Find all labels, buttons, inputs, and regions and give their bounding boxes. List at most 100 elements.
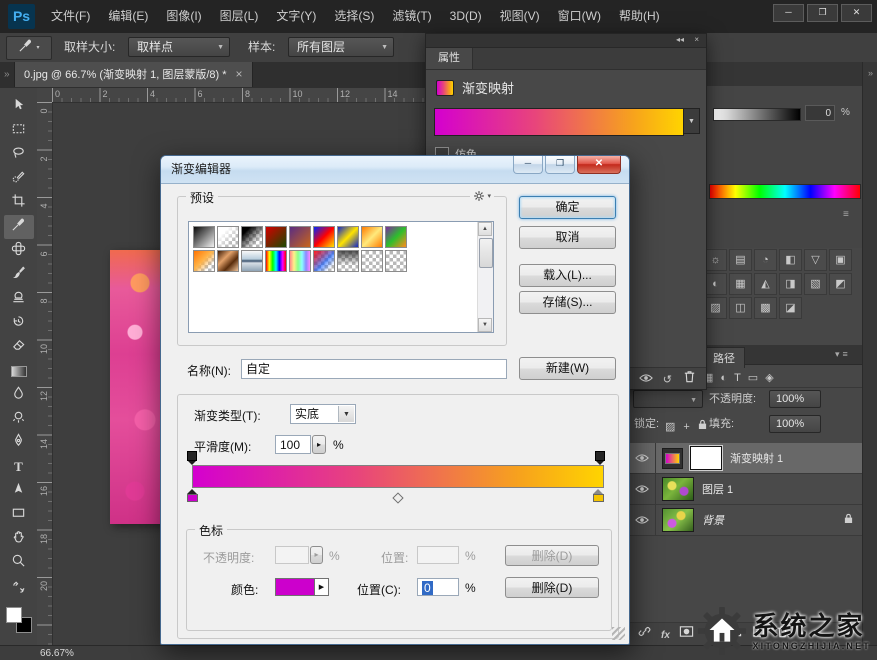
pen-tool[interactable] <box>4 431 34 455</box>
preset-neutral-density[interactable] <box>337 250 359 272</box>
save-button[interactable]: 存储(S)... <box>519 291 616 314</box>
preset-violet-green-orange[interactable] <box>385 226 407 248</box>
layer-row[interactable]: 背景 <box>629 505 863 536</box>
eyedropper-tool[interactable] <box>4 215 34 239</box>
visibility-eye-icon[interactable] <box>629 474 656 504</box>
sample-dropdown[interactable]: 所有图层 ▼ <box>288 37 394 57</box>
preset-rainbow-to-transparent[interactable] <box>313 250 335 272</box>
menu-item[interactable]: 文字(Y) <box>267 0 325 33</box>
lock-position-icon[interactable]: + <box>683 417 689 435</box>
smoothness-input[interactable]: 100 <box>275 435 311 454</box>
close-button[interactable]: ✕ <box>577 156 621 174</box>
shape-tool[interactable] <box>4 503 34 527</box>
healing-brush-tool[interactable] <box>4 239 34 263</box>
adjustment-channel-mixer-icon[interactable]: ◨ <box>779 273 802 295</box>
close-panel-icon[interactable]: × <box>694 35 699 44</box>
current-tool-button[interactable]: ▾ <box>6 36 52 60</box>
expand-dock-icon[interactable]: » <box>863 68 877 78</box>
hand-tool[interactable] <box>4 527 34 551</box>
smoothness-spinner-icon[interactable]: ▸ <box>312 435 326 454</box>
visibility-toggle-icon[interactable] <box>639 370 653 388</box>
preset-white-to-transparent[interactable] <box>217 226 239 248</box>
swap-colors-icon[interactable] <box>9 580 29 600</box>
link-layers-icon[interactable] <box>637 624 652 644</box>
move-tool[interactable] <box>4 95 34 119</box>
adjustment-threshold-icon[interactable]: ◫ <box>729 297 752 319</box>
path-selection-tool[interactable] <box>4 479 34 503</box>
preset-blue-yellow-blue[interactable] <box>337 226 359 248</box>
adjustment-invert-icon[interactable]: ◩ <box>829 273 852 295</box>
menu-item[interactable]: 选择(S) <box>325 0 383 33</box>
adjustment-color-lookup-icon[interactable]: ▧ <box>804 273 827 295</box>
gradient-midpoint-handle[interactable] <box>392 492 403 503</box>
scroll-down-icon[interactable]: ▼ <box>478 318 492 332</box>
name-input[interactable]: 自定 <box>241 359 507 379</box>
menu-item[interactable]: 文件(F) <box>42 0 99 33</box>
panel-menu-icon[interactable]: ▾≡ <box>835 349 851 360</box>
preset-orange-yellow-orange[interactable] <box>361 226 383 248</box>
lasso-tool[interactable] <box>4 143 34 167</box>
position-c-input[interactable]: 0 <box>417 578 459 596</box>
adjustment-curves-icon[interactable]: ◔ <box>754 249 777 271</box>
gradient-edit-bar[interactable] <box>192 465 604 488</box>
visibility-eye-icon[interactable] <box>629 443 656 473</box>
filter-adjustment-layers-icon[interactable]: ◐ <box>720 368 727 386</box>
color-spectrum-bar[interactable] <box>709 184 861 199</box>
menu-item[interactable]: 窗口(W) <box>549 0 610 33</box>
opacity-stop-right[interactable] <box>595 451 604 465</box>
dock-collapse-icon[interactable]: » <box>4 62 10 88</box>
restore-button[interactable]: ❐ <box>807 4 838 22</box>
preset-blue-red-yellow[interactable] <box>313 226 335 248</box>
fill-value[interactable]: 100% <box>769 415 821 433</box>
color-stop-right[interactable] <box>593 489 604 502</box>
menu-item[interactable]: 编辑(E) <box>99 0 157 33</box>
adjustment-black-white-icon[interactable]: ▦ <box>729 273 752 295</box>
delete-color-stop-button[interactable]: 删除(D) <box>505 577 599 598</box>
preset-chrome[interactable] <box>241 250 263 272</box>
add-mask-icon[interactable] <box>679 624 694 644</box>
menu-item[interactable]: 图像(I) <box>157 0 210 33</box>
document-tab[interactable]: 0.jpg @ 66.7% (渐变映射 1, 图层蒙版/8) *× <box>14 62 253 87</box>
color-swatch-arrow-icon[interactable]: ▶ <box>315 578 329 596</box>
layer-row[interactable]: 图层 1 <box>629 474 863 505</box>
stop-color-swatch[interactable] <box>275 578 315 596</box>
collapse-panel-icon[interactable]: ◂◂ <box>676 35 684 44</box>
marquee-tool[interactable] <box>4 119 34 143</box>
layer-thumbnail[interactable] <box>662 477 694 501</box>
minimize-button[interactable]: ─ <box>773 4 804 22</box>
adjustment-color-balance-icon[interactable]: ◐ <box>704 273 727 295</box>
adjustment-exposure-icon[interactable]: ◧ <box>779 249 802 271</box>
preset-menu-button[interactable]: ▾ <box>470 190 494 202</box>
preset-spectrum[interactable] <box>265 250 287 272</box>
delete-opacity-stop-button[interactable]: 删除(D) <box>505 545 599 566</box>
zoom-level[interactable]: 66.67% <box>40 646 74 660</box>
menu-item[interactable]: 图层(L) <box>211 0 268 33</box>
adjustment-gradient-map-icon[interactable]: ▩ <box>754 297 777 319</box>
delete-adjustment-icon[interactable] <box>682 369 697 389</box>
gradient-type-dropdown[interactable]: 实底 ▼ <box>290 404 356 424</box>
collapsed-dock-strip[interactable]: » <box>862 62 877 645</box>
adjustment-brightness-contrast-icon[interactable]: ☼ <box>704 249 727 271</box>
preset-violet-to-orange[interactable] <box>289 226 311 248</box>
brush-tool[interactable] <box>4 263 34 287</box>
filter-shape-layers-icon[interactable]: ▭ <box>748 368 758 386</box>
adjustment-posterize-icon[interactable]: ▨ <box>704 297 727 319</box>
eraser-tool[interactable] <box>4 335 34 359</box>
visibility-eye-icon[interactable] <box>629 505 656 535</box>
panel-menu-icon[interactable]: ≡ <box>843 210 849 220</box>
opacity-stop-left[interactable] <box>187 451 196 465</box>
menu-item[interactable]: 视图(V) <box>491 0 549 33</box>
preset-orange-to-transparent[interactable] <box>193 250 215 272</box>
preset-pastel-spectrum[interactable] <box>289 250 311 272</box>
preset-red-to-green[interactable] <box>265 226 287 248</box>
reset-icon[interactable]: ↺ <box>663 370 672 388</box>
sample-size-dropdown[interactable]: 取样点 ▼ <box>128 37 230 57</box>
dodge-tool[interactable] <box>4 407 34 431</box>
adjustment-hue-saturation-icon[interactable]: ▣ <box>829 249 852 271</box>
layer-style-icon[interactable]: fx <box>661 625 670 643</box>
ok-button[interactable]: 确定 <box>519 196 616 219</box>
adjustment-levels-icon[interactable]: ▤ <box>729 249 752 271</box>
gradient-preview-bar[interactable] <box>434 108 684 136</box>
opacity-value[interactable]: 100% <box>769 390 821 408</box>
lock-all-icon[interactable] <box>698 417 707 435</box>
